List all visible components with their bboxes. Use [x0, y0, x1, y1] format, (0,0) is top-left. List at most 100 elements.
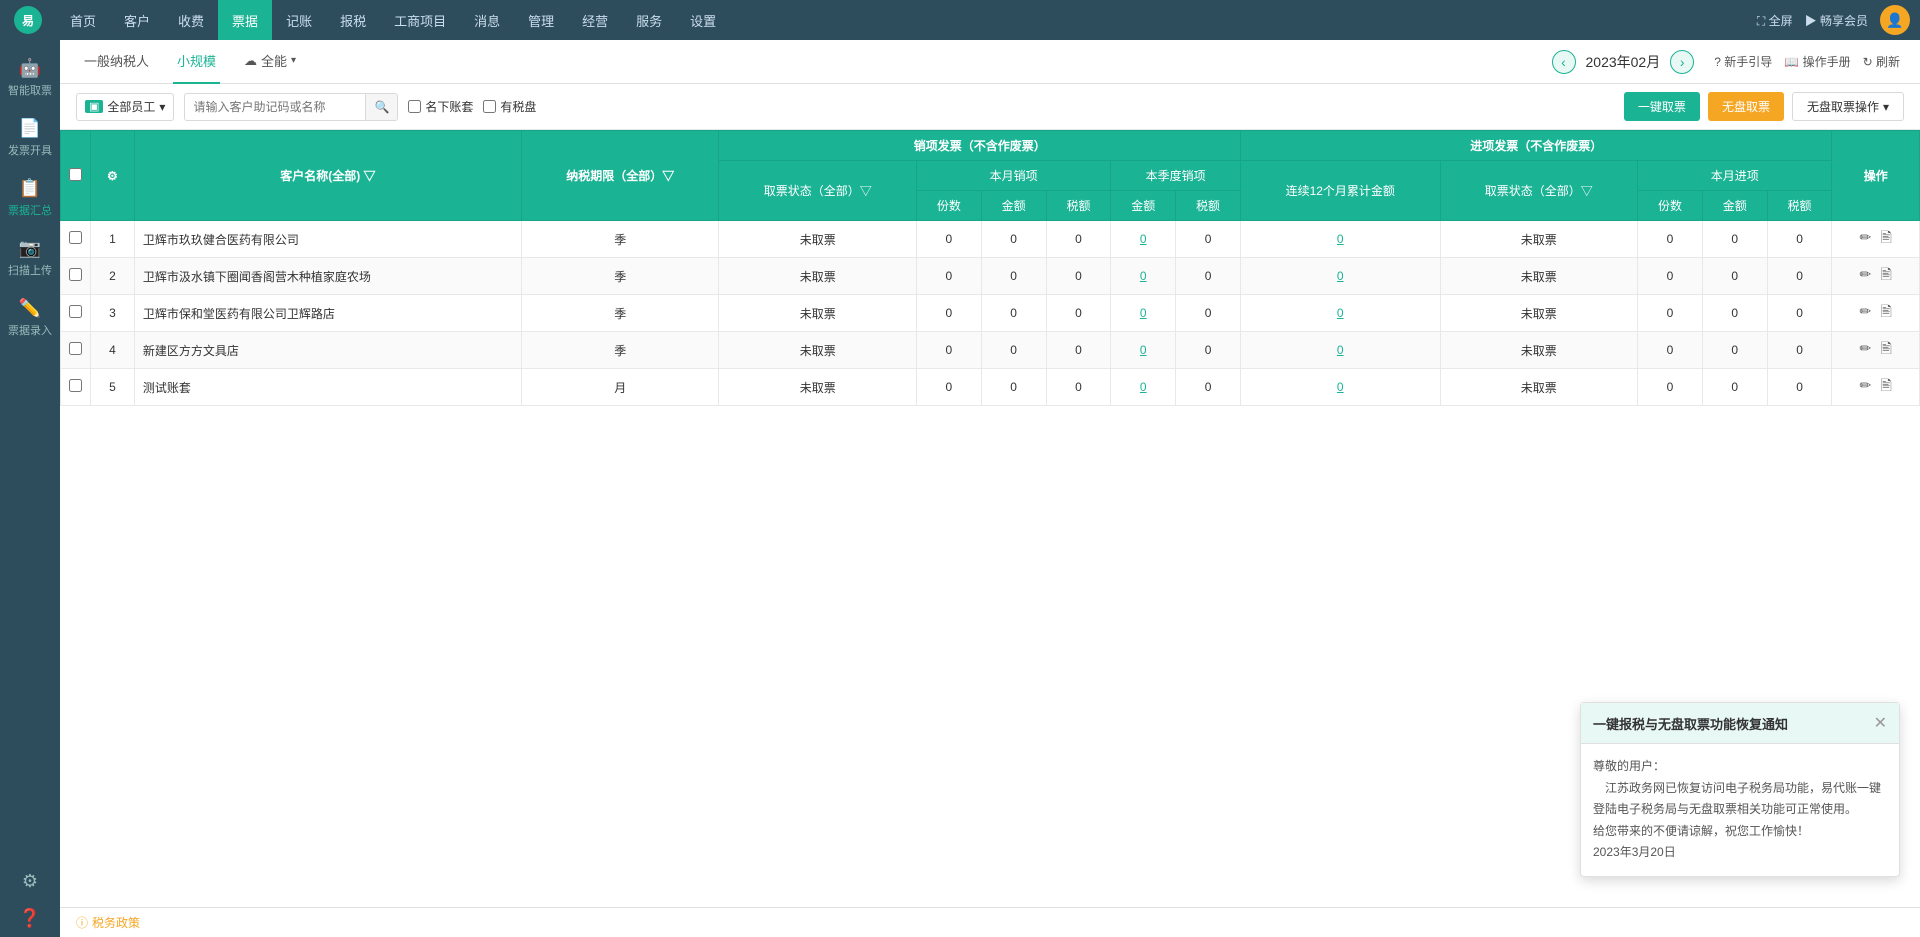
period-display: 2023年02月 [1586, 52, 1661, 72]
row-sales-status: 未取票 [719, 369, 917, 406]
tax-policy-link[interactable]: ⓘ 税务政策 [76, 914, 140, 931]
table-row: 5 测试账套 月 未取票 0 0 0 0 0 0 未取票 0 0 0 ✏ 🖹 [61, 369, 1920, 406]
edit-icon[interactable]: ✏ [1860, 266, 1872, 282]
th-sales-month-amount: 金额 [981, 191, 1046, 221]
view-icon[interactable]: 🖹 [1881, 303, 1892, 319]
view-icon[interactable]: 🖹 [1881, 340, 1892, 356]
row-sales-12m: 0 [1240, 332, 1440, 369]
edit-icon[interactable]: ✏ [1860, 229, 1872, 245]
period-next-button[interactable]: › [1670, 50, 1694, 74]
sidebar-item-invoice-summary[interactable]: 📋 票据汇总 [2, 170, 58, 226]
nav-settings[interactable]: 设置 [676, 0, 730, 40]
nav-tax[interactable]: 报税 [326, 0, 380, 40]
th-sales-12m: 连续12个月累计金额 [1240, 161, 1440, 221]
row-checkbox[interactable] [61, 221, 91, 258]
view-icon[interactable]: 🖹 [1881, 229, 1892, 245]
tab-general-taxpayer[interactable]: 一般纳税人 [80, 40, 153, 84]
employee-label: 全部员工 [107, 98, 155, 115]
refresh-icon: ↻ [1863, 55, 1873, 69]
sidebar-item-scan-upload[interactable]: 📷 扫描上传 [2, 230, 58, 286]
employee-tag: ▣ [85, 100, 103, 113]
sidebar-item-settings[interactable]: ⚙ [2, 863, 58, 900]
nav-accounting[interactable]: 记账 [272, 0, 326, 40]
row-tax-period: 季 [521, 332, 719, 369]
row-sales-month-count: 0 [916, 295, 981, 332]
nav-home[interactable]: 首页 [56, 0, 110, 40]
filter-bar: ▣ 全部员工 ▾ 🔍 名下账套 有税盘 一键取票 无盘取票 [60, 84, 1920, 130]
sidebar-item-invoice-entry[interactable]: ✏️ 票据录入 [2, 290, 58, 346]
row-checkbox[interactable] [61, 295, 91, 332]
table-row: 3 卫辉市保和堂医药有限公司卫辉路店 季 未取票 0 0 0 0 0 0 未取票… [61, 295, 1920, 332]
tax-disk-checkbox[interactable] [483, 100, 496, 113]
nav-client[interactable]: 客户 [110, 0, 164, 40]
tax-disk-filter[interactable]: 有税盘 [483, 98, 536, 115]
nav-invoice[interactable]: 票据 [218, 0, 272, 40]
th-customer: 客户名称(全部) ▽ [134, 131, 521, 221]
th-tax-period: 纳税期限（全部）▽ [521, 131, 719, 221]
row-customer: 卫辉市保和堂医药有限公司卫辉路店 [134, 295, 521, 332]
search-button[interactable]: 🔍 [365, 93, 397, 121]
row-sales-12m: 0 [1240, 258, 1440, 295]
row-purchase-month-count: 0 [1638, 221, 1703, 258]
row-tax-period: 季 [521, 295, 719, 332]
one-click-ticket-button[interactable]: 一键取票 [1624, 92, 1700, 121]
row-sales-month-count: 0 [916, 221, 981, 258]
name-account-filter[interactable]: 名下账套 [408, 98, 473, 115]
manual-button[interactable]: 📖 操作手册 [1784, 53, 1850, 70]
row-sales-month-tax: 0 [1046, 258, 1111, 295]
action-buttons: 一键取票 无盘取票 无盘取票操作 ▾ [1624, 92, 1904, 121]
nav-business[interactable]: 工商项目 [380, 0, 460, 40]
row-purchase-status: 未取票 [1440, 369, 1638, 406]
row-purchase-status: 未取票 [1440, 221, 1638, 258]
row-purchase-status: 未取票 [1440, 295, 1638, 332]
row-sales-quarter-tax: 0 [1176, 369, 1241, 406]
user-avatar[interactable]: 👤 [1880, 5, 1910, 35]
row-tax-period: 季 [521, 221, 719, 258]
sidebar-item-help[interactable]: ❓ [2, 900, 58, 937]
row-checkbox[interactable] [61, 369, 91, 406]
no-disk-ticket-button[interactable]: 无盘取票 [1708, 92, 1784, 121]
refresh-button[interactable]: ↻ 刷新 [1863, 53, 1900, 70]
nav-service[interactable]: 服务 [622, 0, 676, 40]
sidebar-item-smart-ticket[interactable]: 🤖 智能取票 [2, 50, 58, 106]
help-icon: ❓ [19, 908, 41, 929]
th-purchase-month: 本月进项 [1638, 161, 1832, 191]
tab-all-in-one[interactable]: ☁ 全能 ▾ [240, 40, 300, 84]
no-disk-ops-button[interactable]: 无盘取票操作 ▾ [1792, 92, 1904, 121]
edit-icon[interactable]: ✏ [1860, 340, 1872, 356]
edit-icon[interactable]: ✏ [1860, 303, 1872, 319]
table-row: 4 新建区方方文具店 季 未取票 0 0 0 0 0 0 未取票 0 0 0 ✏… [61, 332, 1920, 369]
nav-fee[interactable]: 收费 [164, 0, 218, 40]
select-all-checkbox[interactable] [69, 168, 82, 181]
row-checkbox[interactable] [61, 258, 91, 295]
table-body: 1 卫辉市玖玖健合医药有限公司 季 未取票 0 0 0 0 0 0 未取票 0 … [61, 221, 1920, 406]
view-icon[interactable]: 🖹 [1881, 266, 1892, 282]
row-sales-quarter-amount: 0 [1111, 221, 1176, 258]
nav-operation[interactable]: 经营 [568, 0, 622, 40]
beginner-guide-button[interactable]: ? 新手引导 [1714, 53, 1772, 70]
fullscreen-button[interactable]: ⛶ 全屏 [1757, 12, 1793, 29]
notification-popup: 一键报税与无盘取票功能恢复通知 ✕ 尊敬的用户： 江苏政务网已恢复访问电子税务局… [1580, 702, 1900, 877]
tab-small-scale[interactable]: 小规模 [173, 40, 220, 84]
member-button[interactable]: ▶ 畅享会员 [1805, 12, 1868, 29]
th-sales-status: 取票状态（全部）▽ [719, 161, 917, 221]
row-purchase-month-tax: 0 [1767, 258, 1832, 295]
period-prev-button[interactable]: ‹ [1552, 50, 1576, 74]
row-index: 3 [91, 295, 135, 332]
nav-message[interactable]: 消息 [460, 0, 514, 40]
notification-text-3: 给您带来的不便请谅解，祝您工作愉快！ [1593, 821, 1887, 843]
th-purchase-group: 进项发票（不含作废票） [1240, 131, 1832, 161]
name-account-checkbox[interactable] [408, 100, 421, 113]
th-action: 操作 [1832, 131, 1920, 221]
nav-manage[interactable]: 管理 [514, 0, 568, 40]
employee-filter[interactable]: ▣ 全部员工 ▾ [76, 93, 174, 121]
edit-icon[interactable]: ✏ [1860, 377, 1872, 393]
row-sales-month-tax: 0 [1046, 295, 1111, 332]
view-icon[interactable]: 🖹 [1881, 377, 1892, 393]
notification-close-button[interactable]: ✕ [1874, 713, 1887, 733]
row-checkbox[interactable] [61, 332, 91, 369]
row-sales-quarter-tax: 0 [1176, 221, 1241, 258]
search-input[interactable] [185, 100, 365, 114]
sidebar-item-issue-invoice[interactable]: 📄 发票开具 [2, 110, 58, 166]
table-row: 1 卫辉市玖玖健合医药有限公司 季 未取票 0 0 0 0 0 0 未取票 0 … [61, 221, 1920, 258]
